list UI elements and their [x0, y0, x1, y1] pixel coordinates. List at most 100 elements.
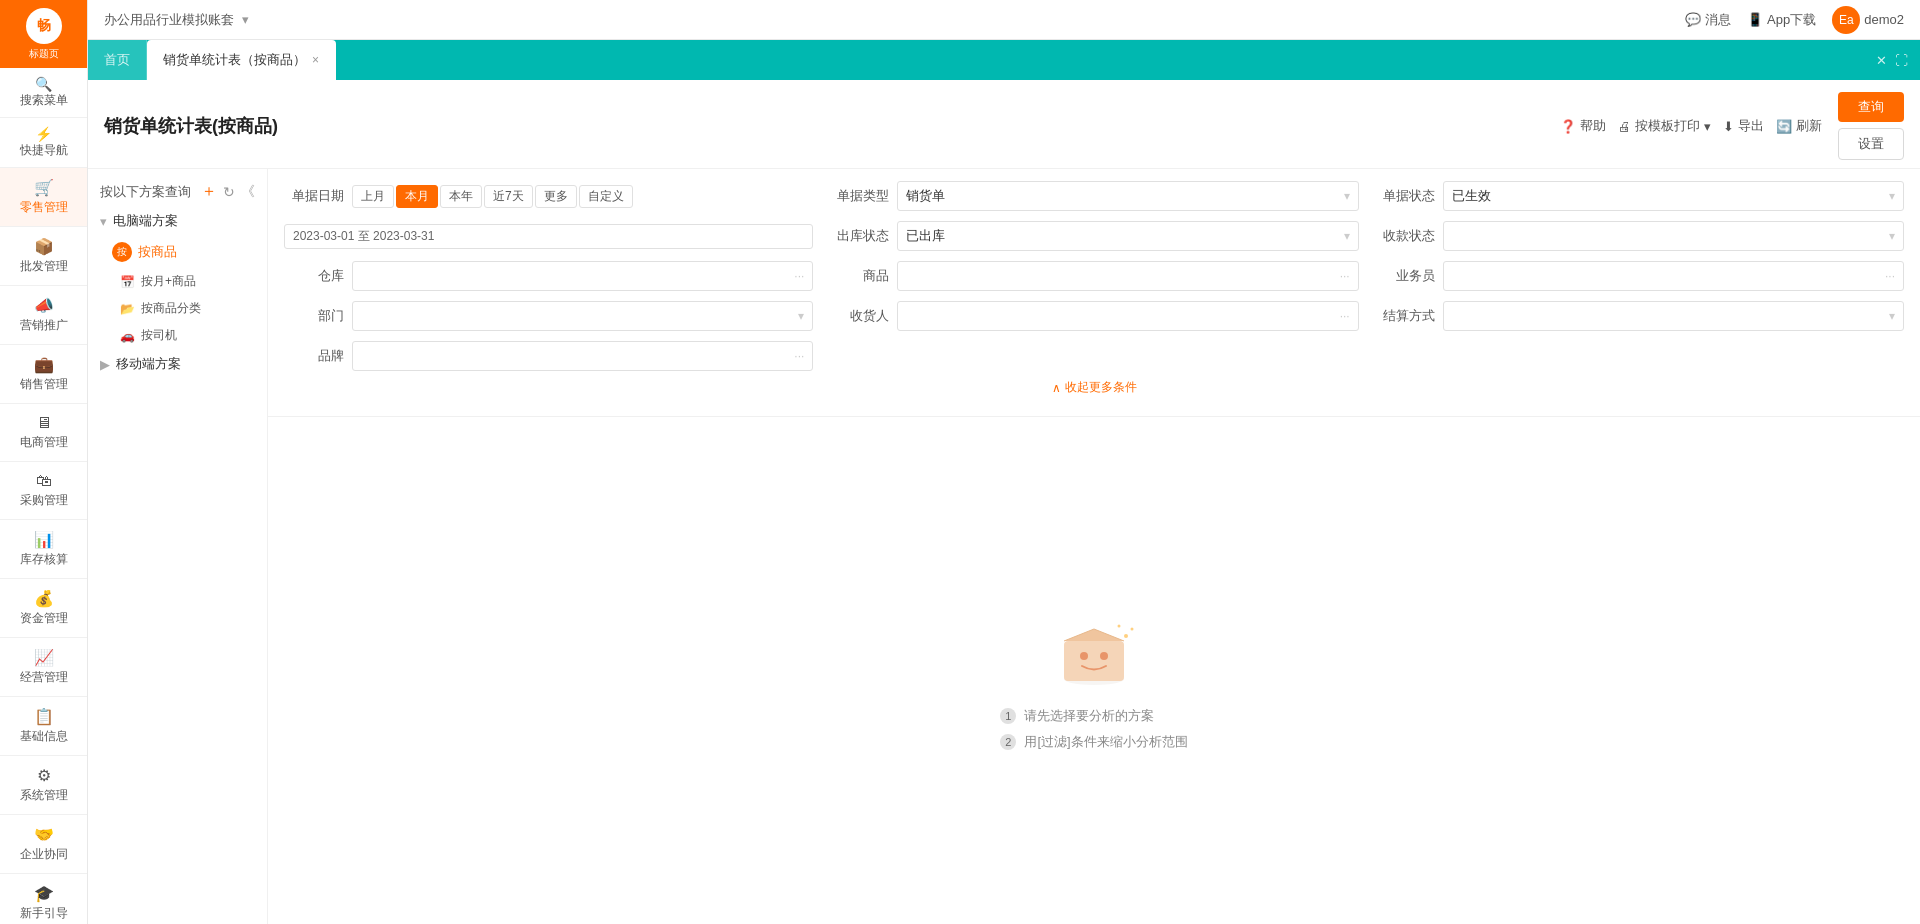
tab-active[interactable]: 销货单统计表（按商品） ×	[147, 40, 336, 80]
print-icon: 🖨	[1618, 119, 1631, 134]
tab-bar: 首页 销货单统计表（按商品） × ✕ ⛶	[88, 40, 1920, 80]
date-btn-7days[interactable]: 近7天	[484, 185, 533, 208]
salesperson-input[interactable]: ···	[1443, 261, 1904, 291]
date-label: 单据日期	[284, 187, 352, 205]
svg-point-6	[1124, 634, 1128, 638]
print-dropdown-icon[interactable]: ▾	[1704, 119, 1711, 134]
goods-input[interactable]: ···	[897, 261, 1358, 291]
tab-home[interactable]: 首页	[88, 40, 147, 80]
tip-1-num: 1	[1000, 708, 1016, 724]
filter-settlement: 结算方式 ▾	[1375, 301, 1904, 331]
refresh-scheme-icon[interactable]: ↻	[223, 184, 235, 200]
receipt-status-input[interactable]: ▾	[1443, 221, 1904, 251]
sidebar-item-newbie[interactable]: 🎓 新手引导	[0, 874, 87, 924]
dropdown-icon[interactable]: ▾	[242, 12, 249, 27]
sidebar-item-ecommerce[interactable]: 🖥 电商管理	[0, 404, 87, 462]
date-btn-current-month[interactable]: 本月	[396, 185, 438, 208]
out-status-input[interactable]: 已出库 ▾	[897, 221, 1358, 251]
sidebar-item-operation[interactable]: 📈 经营管理	[0, 638, 87, 697]
scheme-group-label: 电脑端方案	[113, 212, 178, 230]
warehouse-label: 仓库	[284, 267, 352, 285]
filter-receipt-status: 收款状态 ▾	[1375, 221, 1904, 251]
sidebar-item-sales[interactable]: 💼 销售管理	[0, 345, 87, 404]
warehouse-dots: ···	[794, 269, 804, 283]
svg-point-5	[1100, 652, 1108, 660]
scheme-group-pc[interactable]: ▾ 电脑端方案	[88, 206, 267, 236]
sidebar-item-marketing[interactable]: 📣 营销推广	[0, 286, 87, 345]
collapse-filters-btn[interactable]: ∧ 收起更多条件	[284, 371, 1904, 404]
active-tab-label: 销货单统计表（按商品）	[163, 51, 306, 69]
dept-input[interactable]: ▾	[352, 301, 813, 331]
date-btn-last-month[interactable]: 上月	[352, 185, 394, 208]
doc-type-chevron: ▾	[1344, 189, 1350, 203]
sidebar-item-inventory[interactable]: 📊 库存核算	[0, 520, 87, 579]
receipt-status-label: 收款状态	[1375, 227, 1443, 245]
empty-tip-1: 1 请先选择要分析的方案	[1000, 707, 1187, 725]
date-range-value[interactable]: 2023-03-01 至 2023-03-31	[284, 224, 813, 249]
sub-category-icon: 📂	[120, 302, 135, 316]
sidebar-item-retail[interactable]: 🛒 零售管理	[0, 168, 87, 227]
content-main: 按以下方案查询 ＋ ↻ 《 ▾ 电脑端方案 按 按商品	[88, 169, 1920, 924]
date-btn-year[interactable]: 本年	[440, 185, 482, 208]
date-btn-custom[interactable]: 自定义	[579, 185, 633, 208]
refresh-btn[interactable]: 🔄 刷新	[1776, 117, 1822, 135]
doc-status-input[interactable]: 已生效 ▾	[1443, 181, 1904, 211]
sidebar-item-wholesale[interactable]: 📦 批发管理	[0, 227, 87, 286]
scheme-item-goods[interactable]: 按 按商品	[88, 236, 267, 268]
scheme-group-mobile-label: 移动端方案	[116, 355, 181, 373]
action-buttons: 查询 设置	[1838, 92, 1904, 160]
quick-nav-item[interactable]: ⚡ 快捷导航	[0, 118, 87, 168]
date-btn-more[interactable]: 更多	[535, 185, 577, 208]
sidebar-item-basic[interactable]: 📋 基础信息	[0, 697, 87, 756]
warehouse-input[interactable]: ···	[352, 261, 813, 291]
close-window-icon[interactable]: ✕	[1876, 53, 1887, 68]
add-scheme-icon[interactable]: ＋	[201, 181, 217, 202]
empty-tips: 1 请先选择要分析的方案 2 用[过滤]条件来缩小分析范围	[1000, 707, 1187, 751]
filter-date: 单据日期 上月 本月 本年 近7天 更多 自定义	[284, 185, 813, 208]
header-left: 办公用品行业模拟账套 ▾	[104, 11, 249, 29]
search-menu-item[interactable]: 🔍 搜索菜单	[0, 68, 87, 118]
scheme-panel: 按以下方案查询 ＋ ↻ 《 ▾ 电脑端方案 按 按商品	[88, 169, 268, 924]
brand-input[interactable]: ···	[352, 341, 813, 371]
export-btn[interactable]: ⬇ 导出	[1723, 117, 1764, 135]
scheme-item-driver[interactable]: 🚗 按司机	[88, 322, 267, 349]
brand-label: 品牌	[284, 347, 352, 365]
user-menu[interactable]: Ea demo2	[1832, 6, 1904, 34]
scheme-group-mobile[interactable]: ▶ 移动端方案	[88, 349, 267, 379]
sidebar-item-system[interactable]: ⚙ 系统管理	[0, 756, 87, 815]
out-status-value: 已出库	[906, 227, 945, 245]
sidebar-item-purchase[interactable]: 🛍 采购管理	[0, 462, 87, 520]
doc-type-input[interactable]: 销货单 ▾	[897, 181, 1358, 211]
home-tab-label: 首页	[104, 51, 130, 69]
print-btn[interactable]: 🖨 按模板打印 ▾	[1618, 117, 1711, 135]
scheme-panel-title: 按以下方案查询	[100, 183, 191, 201]
message-btn[interactable]: 💬 消息	[1685, 11, 1731, 29]
settlement-input[interactable]: ▾	[1443, 301, 1904, 331]
sidebar-item-enterprise[interactable]: 🤝 企业协同	[0, 815, 87, 874]
sidebar-item-finance[interactable]: 💰 资金管理	[0, 579, 87, 638]
receiver-input[interactable]: ···	[897, 301, 1358, 331]
doc-status-value: 已生效	[1452, 187, 1491, 205]
filter-doc-type: 单据类型 销货单 ▾	[829, 181, 1358, 211]
query-button[interactable]: 查询	[1838, 92, 1904, 122]
brand-dots: ···	[794, 349, 804, 363]
scheme-item-goods-category[interactable]: 📂 按商品分类	[88, 295, 267, 322]
receiver-label: 收货人	[829, 307, 897, 325]
filter-brand: 品牌 ···	[284, 341, 813, 371]
filter-doc-status: 单据状态 已生效 ▾	[1375, 181, 1904, 211]
scheme-item-month-goods[interactable]: 📅 按月+商品	[88, 268, 267, 295]
tab-close-btn[interactable]: ×	[312, 53, 319, 67]
refresh-icon: 🔄	[1776, 119, 1792, 134]
basic-icon: 📋	[34, 707, 54, 726]
app-subtitle: 标题页	[29, 48, 59, 60]
logo-area: 畅 标题页	[0, 0, 87, 68]
app-download-btn[interactable]: 📱 App下载	[1747, 11, 1816, 29]
filter-warehouse: 仓库 ···	[284, 261, 813, 291]
help-btn[interactable]: ❓ 帮助	[1560, 117, 1606, 135]
settings-button[interactable]: 设置	[1838, 128, 1904, 160]
maximize-icon[interactable]: ⛶	[1895, 53, 1908, 68]
filter-salesperson: 业务员 ···	[1375, 261, 1904, 291]
scheme-panel-actions: ＋ ↻ 《	[201, 181, 255, 202]
top-header: 办公用品行业模拟账套 ▾ 💬 消息 📱 App下载 Ea demo2	[88, 0, 1920, 40]
collapse-scheme-icon[interactable]: 《	[241, 183, 255, 201]
